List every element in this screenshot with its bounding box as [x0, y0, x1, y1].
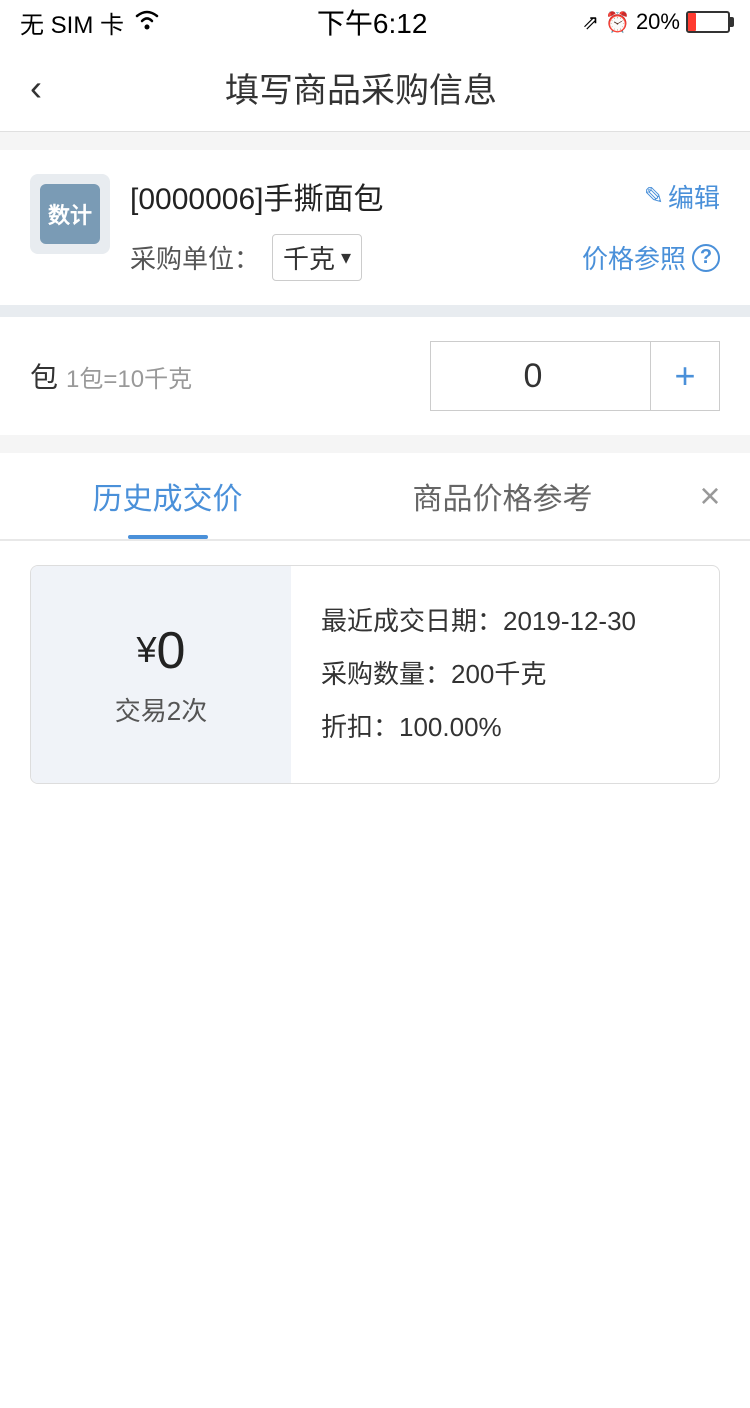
tab-close-button[interactable]: ×	[670, 475, 750, 517]
help-icon: ?	[692, 244, 720, 272]
history-card: ¥0 交易2次 最近成交日期：2019-12-30 采购数量：200千克 折扣：…	[30, 565, 720, 784]
price-symbol: ¥	[137, 629, 157, 671]
purchase-unit-row: 采购单位： 千克 ▾ 价格参照 ?	[130, 234, 720, 281]
page-title: 填写商品采购信息	[62, 63, 660, 112]
quantity-value: 200千克	[451, 659, 546, 689]
status-left: 无 SIM 卡	[20, 5, 162, 40]
discount-label: 折扣：	[321, 712, 399, 742]
history-content: ¥0 交易2次 最近成交日期：2019-12-30 采购数量：200千克 折扣：…	[0, 541, 750, 808]
tab-history-label: 历史成交价	[93, 474, 243, 518]
status-right: ⇗ ⏰ 20%	[582, 9, 730, 35]
alarm-icon: ⏰	[605, 10, 630, 35]
discount-value: 100.00%	[399, 712, 502, 742]
quantity-row-detail: 采购数量：200千克	[321, 655, 689, 694]
quantity-plus-button[interactable]: +	[650, 341, 720, 411]
unit-icon: 包	[30, 356, 58, 396]
back-button[interactable]: ‹	[30, 67, 42, 109]
purchase-unit-left: 采购单位： 千克 ▾	[130, 234, 362, 281]
tab-bar: 历史成交价 商品价格参考 ×	[0, 453, 750, 541]
recent-date-label: 最近成交日期：	[321, 606, 503, 636]
quantity-label: 采购数量：	[321, 659, 451, 689]
edit-button[interactable]: ✎ 编辑	[644, 178, 720, 215]
product-thumbnail: 数计	[30, 174, 110, 254]
location-icon: ⇗	[582, 10, 599, 35]
product-name-row: [0000006]手撕面包 ✎ 编辑	[130, 174, 720, 218]
section-divider	[0, 305, 750, 317]
unit-select[interactable]: 千克 ▾	[272, 234, 362, 281]
discount-row: 折扣：100.00%	[321, 708, 689, 747]
empty-content-area	[0, 808, 750, 1408]
quantity-input[interactable]	[430, 341, 650, 411]
quantity-control: +	[430, 341, 720, 411]
dropdown-icon: ▾	[341, 245, 351, 270]
product-info: [0000006]手撕面包 ✎ 编辑 采购单位： 千克 ▾ 价格参照 ?	[130, 174, 720, 281]
unit-value: 千克	[283, 239, 335, 276]
unit-label: 包 1包=10千克	[30, 356, 192, 396]
recent-date-row: 最近成交日期：2019-12-30	[321, 602, 689, 641]
product-name: [0000006]手撕面包	[130, 174, 383, 218]
tab-price-reference[interactable]: 商品价格参考	[335, 453, 670, 539]
unit-conversion: 1包=10千克	[66, 359, 192, 394]
product-header: 数计 [0000006]手撕面包 ✎ 编辑 采购单位： 千克 ▾	[30, 174, 720, 281]
price-value: 0	[157, 622, 186, 680]
product-card: 数计 [0000006]手撕面包 ✎ 编辑 采购单位： 千克 ▾	[0, 150, 750, 305]
quantity-row: 包 1包=10千克 +	[0, 317, 750, 435]
history-price-summary: ¥0 交易2次	[31, 566, 291, 783]
tab-price-ref-label: 商品价格参考	[413, 474, 593, 518]
price-ref-button[interactable]: 价格参照 ?	[582, 239, 720, 276]
tab-history-price[interactable]: 历史成交价	[0, 453, 335, 539]
status-bar: 无 SIM 卡 下午6:12 ⇗ ⏰ 20%	[0, 0, 750, 44]
recent-date-value: 2019-12-30	[503, 606, 636, 636]
edit-icon: ✎	[644, 182, 664, 211]
status-time: 下午6:12	[317, 2, 428, 42]
battery-percent: 20%	[636, 9, 680, 35]
price-ref-label: 价格参照	[582, 239, 686, 276]
edit-label: 编辑	[668, 178, 720, 215]
bottom-sheet: 历史成交价 商品价格参考 × ¥0 交易2次 最近成交日期：2019-12-30…	[0, 453, 750, 808]
battery-icon	[686, 11, 730, 33]
carrier-text: 无 SIM 卡	[20, 5, 124, 40]
history-trades: 交易2次	[115, 691, 207, 728]
nav-bar: ‹ 填写商品采购信息	[0, 44, 750, 132]
purchase-unit-label: 采购单位：	[130, 239, 260, 276]
history-price: ¥0	[137, 621, 186, 681]
thumb-logo-text: 数计	[40, 184, 100, 244]
wifi-icon	[132, 8, 162, 37]
history-details: 最近成交日期：2019-12-30 采购数量：200千克 折扣：100.00%	[291, 566, 719, 783]
